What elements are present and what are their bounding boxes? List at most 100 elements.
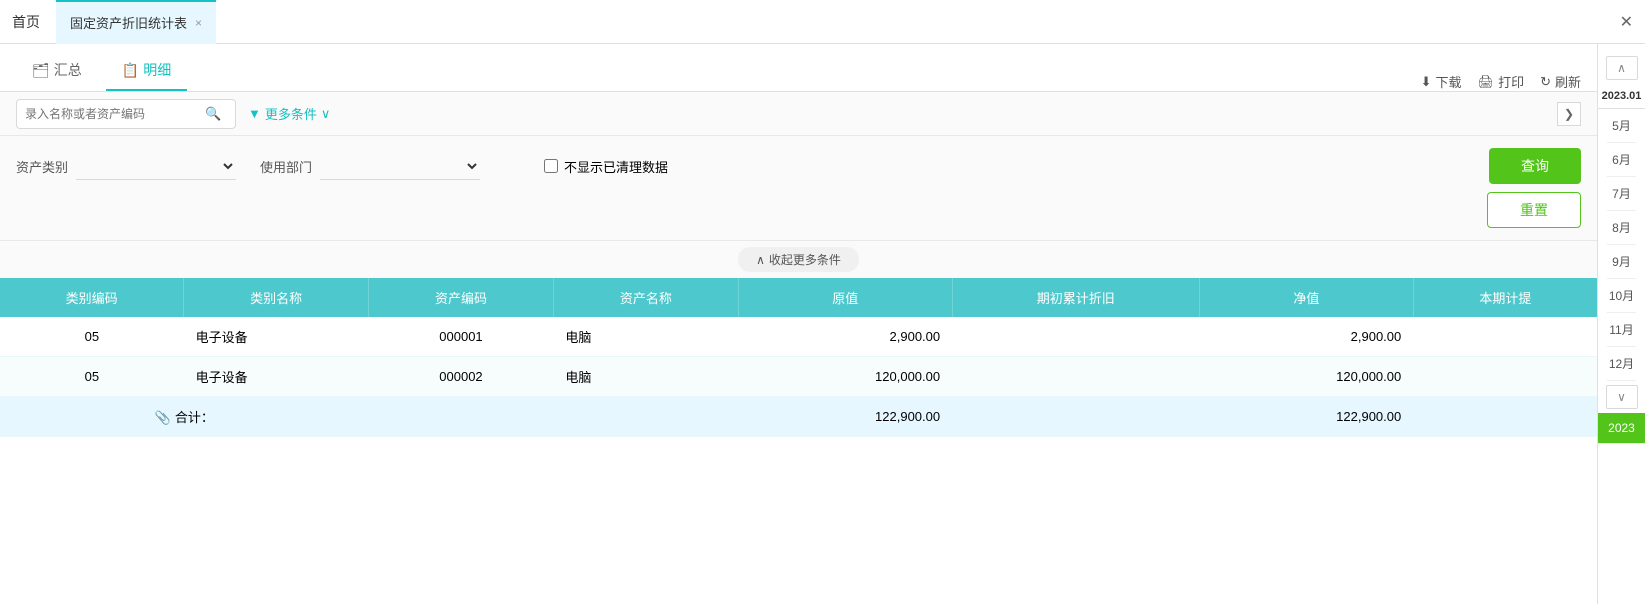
cell-category-code: 05 <box>0 317 184 357</box>
top-bar: 首页 固定资产折旧统计表 × ✕ <box>0 0 1645 44</box>
left-panel: 🗂 汇总 📋 明细 ⬇ 下载 🖨 打印 ↻ 刷新 <box>0 44 1597 604</box>
main-container: 🗂 汇总 📋 明细 ⬇ 下载 🖨 打印 ↻ 刷新 <box>0 44 1645 604</box>
scroll-up-button[interactable]: ∧ <box>1606 56 1638 80</box>
hide-cleared-label: 不显示已清理数据 <box>564 157 668 176</box>
detail-label: 明细 <box>143 60 171 80</box>
search-input-wrapper: 🔍 <box>16 99 236 129</box>
col-current-period: 本期计提 <box>1413 278 1597 317</box>
search-icon[interactable]: 🔍 <box>205 106 221 122</box>
table-wrap: 类别编码 类别名称 资产编码 资产名称 原值 期初累计折旧 净值 本期计提 05… <box>0 278 1597 604</box>
download-icon: ⬇ <box>1421 74 1432 90</box>
cell-original-value: 120,000.00 <box>738 357 952 397</box>
col-net-value: 净值 <box>1199 278 1413 317</box>
chevron-down-icon: ∨ <box>321 106 331 122</box>
print-button[interactable]: 🖨 打印 <box>1478 72 1525 91</box>
cell-category-name: 电子设备 <box>184 357 369 397</box>
filter-row-1: 资产类别 使用部门 不显示已清理数据 查询 <box>16 148 1581 184</box>
sidebar-month-item[interactable]: 12月 <box>1607 347 1636 381</box>
download-button[interactable]: ⬇ 下载 <box>1421 72 1462 91</box>
total-accumulated-depreciation <box>952 397 1199 437</box>
sidebar-month-item[interactable]: 10月 <box>1607 279 1636 313</box>
window-close-button[interactable]: ✕ <box>1620 12 1633 32</box>
collapse-bar: ∧ 收起更多条件 <box>0 241 1597 278</box>
summary-label: 汇总 <box>54 60 82 80</box>
expand-icon: ❯ <box>1564 107 1574 121</box>
table-row: 05 电子设备 000002 电脑 120,000.00 120,000.00 <box>0 357 1597 397</box>
collapse-button[interactable]: ∧ 收起更多条件 <box>738 247 859 272</box>
total-asset-name <box>553 397 738 437</box>
total-asset-code <box>369 397 554 437</box>
table-row: 05 电子设备 000001 电脑 2,900.00 2,900.00 <box>0 317 1597 357</box>
cell-current-period <box>1413 357 1597 397</box>
sidebar-month-item[interactable]: 5月 <box>1607 109 1636 143</box>
tab-label: 固定资产折旧统计表 <box>70 13 187 32</box>
cell-accumulated-depreciation <box>952 317 1199 357</box>
cell-asset-code: 000001 <box>369 317 554 357</box>
summary-icon: 🗂 <box>32 62 50 79</box>
tab-detail[interactable]: 📋 明细 <box>106 51 187 91</box>
sub-tabs-bar: 🗂 汇总 📋 明细 ⬇ 下载 🖨 打印 ↻ 刷新 <box>0 44 1597 92</box>
sidebar-month-item[interactable]: 7月 <box>1607 177 1636 211</box>
data-table: 类别编码 类别名称 资产编码 资产名称 原值 期初累计折旧 净值 本期计提 05… <box>0 278 1597 437</box>
total-original-value: 122,900.00 <box>738 397 952 437</box>
cell-accumulated-depreciation <box>952 357 1199 397</box>
department-select[interactable] <box>320 152 480 180</box>
department-label: 使用部门 <box>260 157 312 176</box>
toolbar-actions: ⬇ 下载 🖨 打印 ↻ 刷新 <box>1421 72 1581 91</box>
cell-net-value: 120,000.00 <box>1199 357 1413 397</box>
total-label: 📎合计： <box>0 397 369 437</box>
search-input[interactable] <box>25 107 205 121</box>
detail-icon: 📋 <box>122 62 139 79</box>
scroll-down-button[interactable]: ∨ <box>1606 385 1638 409</box>
hide-cleared-filter: 不显示已清理数据 <box>544 157 668 176</box>
cell-category-code: 05 <box>0 357 184 397</box>
sidebar-month-item[interactable]: 9月 <box>1607 245 1636 279</box>
sidebar-month-item[interactable]: 8月 <box>1607 211 1636 245</box>
col-asset-name: 资产名称 <box>553 278 738 317</box>
cell-asset-name: 电脑 <box>553 317 738 357</box>
filter-row-2: 重置 <box>16 192 1581 228</box>
query-button[interactable]: 查询 <box>1489 148 1581 184</box>
search-bar: 🔍 ▼ 更多条件 ∨ ❯ <box>0 92 1597 136</box>
total-net-value: 122,900.00 <box>1199 397 1413 437</box>
cell-current-period <box>1413 317 1597 357</box>
collapse-icon: ∧ <box>756 253 765 267</box>
sidebar-current-date: 2023.01 <box>1598 84 1645 109</box>
sidebar-month-item[interactable]: 6月 <box>1607 143 1636 177</box>
refresh-icon: ↻ <box>1540 74 1551 90</box>
filter-icon: ▼ <box>248 106 261 121</box>
filter-department: 使用部门 <box>260 152 480 180</box>
table-body: 05 电子设备 000001 电脑 2,900.00 2,900.00 05 电… <box>0 317 1597 437</box>
reset-button[interactable]: 重置 <box>1487 192 1581 228</box>
home-nav[interactable]: 首页 <box>12 12 40 32</box>
refresh-button[interactable]: ↻ 刷新 <box>1540 72 1581 91</box>
expand-button[interactable]: ❯ <box>1557 102 1581 126</box>
col-category-code: 类别编码 <box>0 278 184 317</box>
cell-asset-code: 000002 <box>369 357 554 397</box>
total-row: 📎合计： 122,900.00 122,900.00 <box>0 397 1597 437</box>
cell-original-value: 2,900.00 <box>738 317 952 357</box>
asset-category-label: 资产类别 <box>16 157 68 176</box>
col-asset-code: 资产编码 <box>369 278 554 317</box>
more-filter-button[interactable]: ▼ 更多条件 ∨ <box>248 104 330 123</box>
col-accumulated-depreciation: 期初累计折旧 <box>952 278 1199 317</box>
cell-net-value: 2,900.00 <box>1199 317 1413 357</box>
total-current-period <box>1413 397 1597 437</box>
col-category-name: 类别名称 <box>184 278 369 317</box>
cell-asset-name: 电脑 <box>553 357 738 397</box>
total-icon: 📎 <box>155 410 171 425</box>
active-tab: 固定资产折旧统计表 × <box>56 0 216 44</box>
print-icon: 🖨 <box>1478 74 1495 90</box>
cell-category-name: 电子设备 <box>184 317 369 357</box>
filter-asset-category: 资产类别 <box>16 152 236 180</box>
filter-area: 资产类别 使用部门 不显示已清理数据 查询 重置 <box>0 136 1597 241</box>
hide-cleared-checkbox[interactable] <box>544 159 558 173</box>
tab-summary[interactable]: 🗂 汇总 <box>16 51 98 91</box>
sidebar-year-badge[interactable]: 2023 <box>1598 413 1645 444</box>
asset-category-select[interactable] <box>76 152 236 180</box>
col-original-value: 原值 <box>738 278 952 317</box>
sidebar-month-item[interactable]: 11月 <box>1607 313 1636 347</box>
right-sidebar: ∧ 2023.01 5月6月7月8月9月10月11月12月 ∨ 2023 <box>1597 44 1645 604</box>
table-header-row: 类别编码 类别名称 资产编码 资产名称 原值 期初累计折旧 净值 本期计提 <box>0 278 1597 317</box>
tab-close-button[interactable]: × <box>195 16 202 30</box>
